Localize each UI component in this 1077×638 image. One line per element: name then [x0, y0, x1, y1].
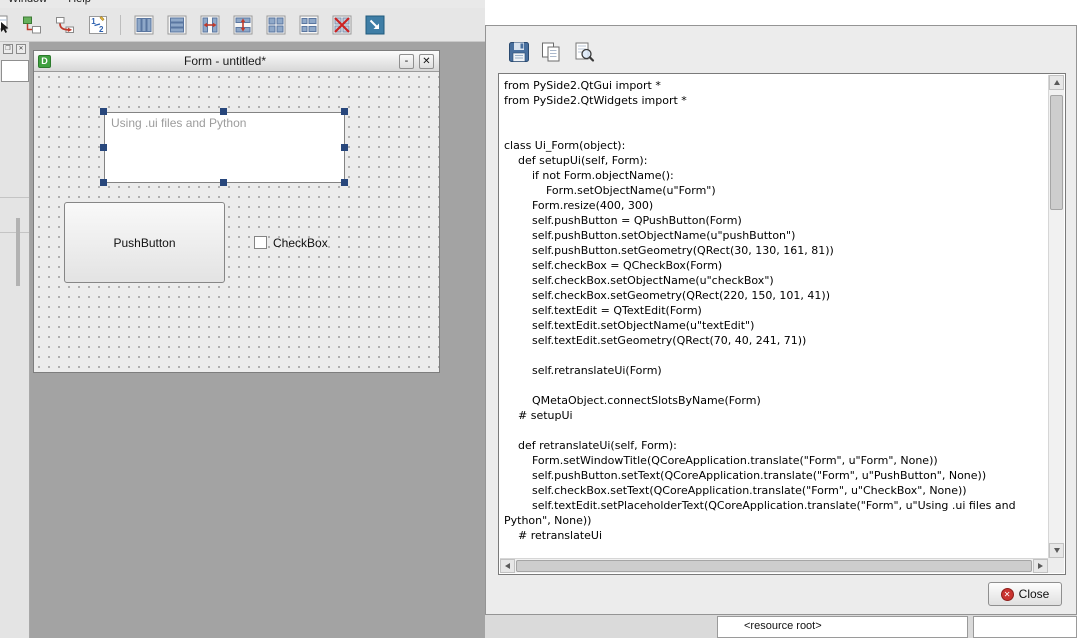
- layout-form-icon: [299, 15, 319, 35]
- pushbutton-widget[interactable]: PushButton: [64, 202, 225, 283]
- selection-handle[interactable]: [341, 144, 348, 151]
- layout-horizontal-splitter-icon: [200, 15, 220, 35]
- scroll-left-button[interactable]: [500, 559, 515, 573]
- vertical-scrollbar[interactable]: [1048, 75, 1064, 558]
- menu-item-window[interactable]: Window: [8, 0, 47, 5]
- menu-item-help[interactable]: Help: [68, 0, 91, 5]
- horizontal-scroll-thumb[interactable]: [516, 560, 1032, 572]
- textedit-placeholder: Using .ui files and Python: [105, 113, 344, 133]
- save-button[interactable]: [506, 39, 532, 65]
- form-canvas[interactable]: Using .ui files and Python PushButton Ch…: [34, 72, 439, 372]
- selection-handle[interactable]: [341, 108, 348, 115]
- layout-horizontal-button[interactable]: [132, 13, 156, 37]
- scrollbar-corner: [1048, 558, 1064, 573]
- edit-tab-order-button[interactable]: 1 2: [86, 13, 110, 37]
- layout-horizontal-splitter-button[interactable]: [198, 13, 222, 37]
- adjust-size-icon: [365, 15, 385, 35]
- selection-handle[interactable]: [100, 108, 107, 115]
- close-circle-icon: ✕: [1001, 588, 1014, 601]
- arrow-up-icon: [1054, 80, 1060, 85]
- arrow-down-icon: [1054, 548, 1060, 553]
- arrow-right-icon: [1038, 563, 1043, 569]
- svg-text:2: 2: [99, 25, 104, 34]
- edit-signals-slots-icon: [22, 15, 42, 35]
- copy-icon: [540, 41, 562, 63]
- find-icon: [573, 41, 595, 63]
- close-button[interactable]: ✕: [419, 54, 434, 69]
- minimize-button[interactable]: -: [399, 54, 414, 69]
- layout-vertical-button[interactable]: [165, 13, 189, 37]
- vertical-scroll-thumb[interactable]: [1050, 95, 1063, 210]
- resource-browser: <resource root>: [717, 616, 968, 638]
- form-designer-window: D Form - untitled* - ✕ Using .ui files a…: [33, 50, 440, 373]
- dock-separator: [0, 232, 29, 233]
- checkbox-label: CheckBox: [273, 236, 328, 250]
- horizontal-scrollbar[interactable]: [500, 558, 1048, 573]
- code-text[interactable]: from PySide2.QtGui import * from PySide2…: [500, 75, 1048, 558]
- layout-vertical-splitter-button[interactable]: [231, 13, 255, 37]
- textedit-widget[interactable]: Using .ui files and Python: [104, 112, 345, 183]
- dock-close-button[interactable]: ✕: [16, 44, 26, 54]
- selection-handle[interactable]: [220, 108, 227, 115]
- form-window-titlebar[interactable]: D Form - untitled* - ✕: [34, 51, 439, 72]
- widget-filter-input[interactable]: [1, 60, 29, 82]
- dock-separator: [0, 197, 29, 198]
- dock-scrollbar[interactable]: [16, 218, 20, 286]
- code-preview-dialog: from PySide2.QtGui import * from PySide2…: [485, 25, 1077, 615]
- toolbar-separator: [120, 15, 121, 35]
- edit-widgets-button[interactable]: [0, 13, 14, 37]
- edit-widgets-icon: [0, 15, 12, 35]
- close-button-label: Close: [1019, 587, 1050, 601]
- resource-panel-secondary: [973, 616, 1077, 638]
- dialog-close-button[interactable]: ✕ Close: [988, 582, 1062, 606]
- copy-button[interactable]: [538, 39, 564, 65]
- menu-bar: Window Help: [0, 0, 485, 8]
- screen: Window Help: [0, 0, 1077, 638]
- scroll-down-button[interactable]: [1049, 543, 1064, 558]
- widget-box-panel: ❐ ✕: [0, 42, 30, 638]
- adjust-size-button[interactable]: [363, 13, 387, 37]
- main-toolbar: 1 2: [0, 8, 485, 42]
- find-button[interactable]: [571, 39, 597, 65]
- dock-float-button[interactable]: ❐: [3, 44, 13, 54]
- layout-form-button[interactable]: [297, 13, 321, 37]
- code-view: from PySide2.QtGui import * from PySide2…: [498, 73, 1066, 575]
- selection-handle[interactable]: [100, 179, 107, 186]
- break-layout-button[interactable]: [330, 13, 354, 37]
- layout-grid-button[interactable]: [264, 13, 288, 37]
- form-window-title: Form - untitled*: [51, 54, 399, 68]
- layout-vertical-splitter-icon: [233, 15, 253, 35]
- edit-signals-slots-button[interactable]: [20, 13, 44, 37]
- scroll-up-button[interactable]: [1049, 75, 1064, 90]
- edit-tab-order-icon: 1 2: [88, 15, 108, 35]
- arrow-left-icon: [505, 563, 510, 569]
- checkbox-indicator: [254, 236, 267, 249]
- scroll-right-button[interactable]: [1033, 559, 1048, 573]
- layout-grid-icon: [266, 15, 286, 35]
- save-icon: [508, 41, 530, 63]
- layout-vertical-icon: [167, 15, 187, 35]
- edit-buddies-icon: [55, 15, 75, 35]
- layout-horizontal-icon: [134, 15, 154, 35]
- selection-handle[interactable]: [220, 179, 227, 186]
- selection-handle[interactable]: [341, 179, 348, 186]
- checkbox-widget[interactable]: CheckBox: [254, 222, 355, 263]
- edit-buddies-button[interactable]: [53, 13, 77, 37]
- menu-items: Window Help: [8, 0, 109, 5]
- form-window-icon: D: [38, 55, 51, 68]
- selection-handle[interactable]: [100, 144, 107, 151]
- resource-root-item[interactable]: <resource root>: [718, 617, 967, 636]
- break-layout-icon: [332, 15, 352, 35]
